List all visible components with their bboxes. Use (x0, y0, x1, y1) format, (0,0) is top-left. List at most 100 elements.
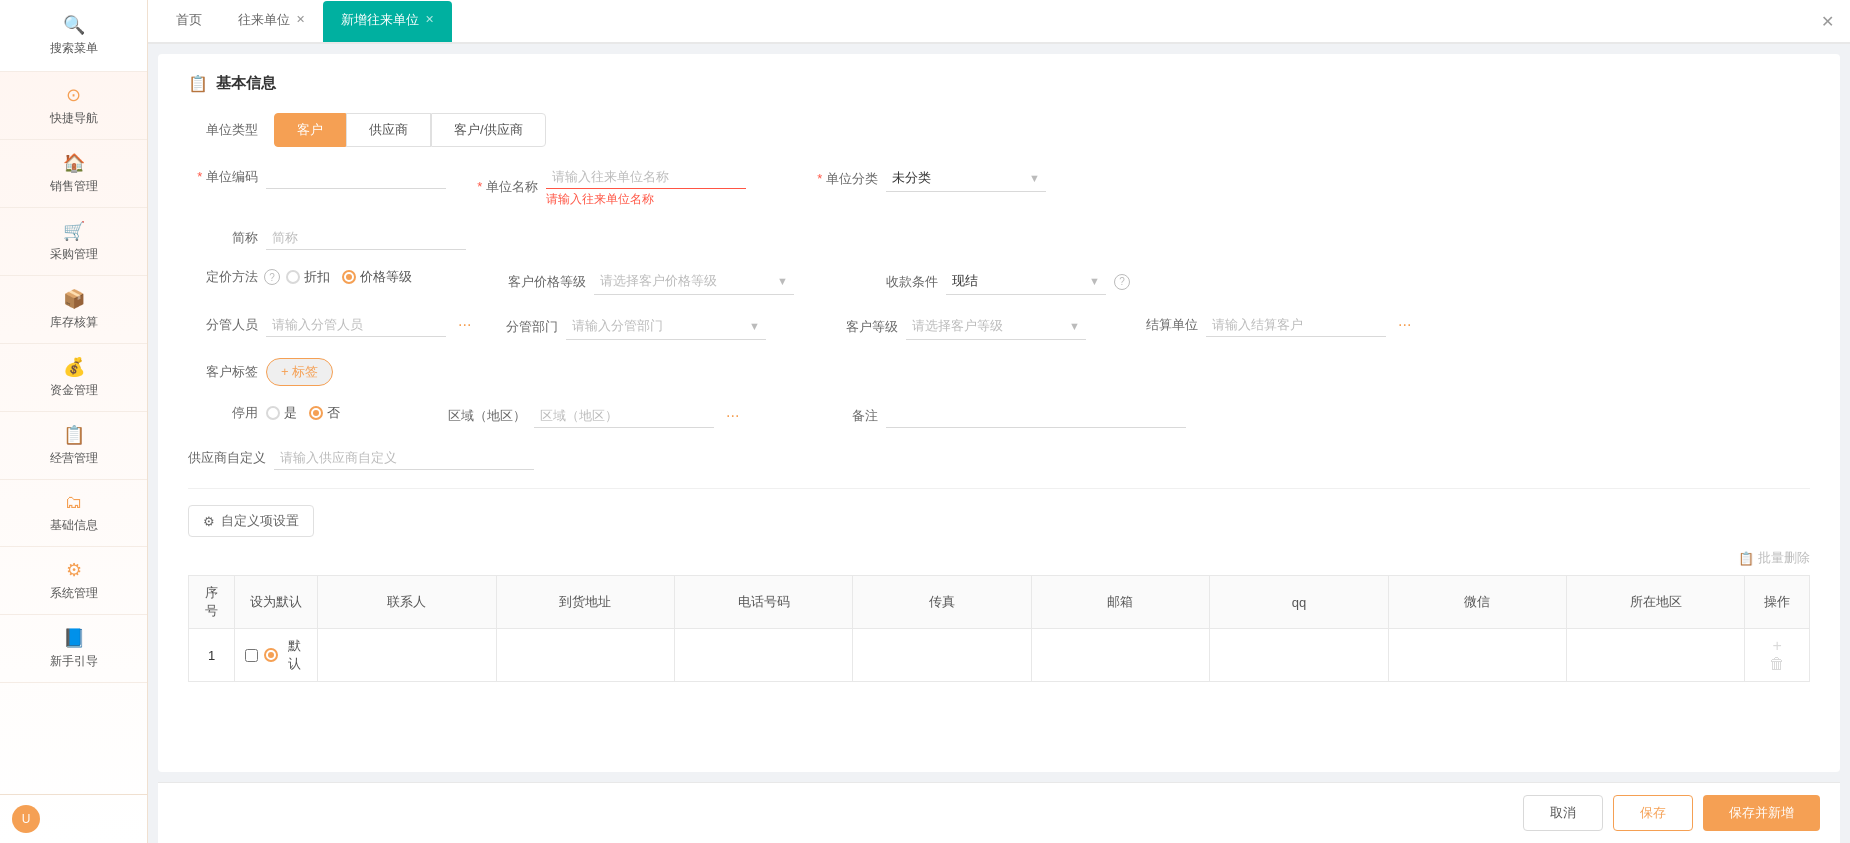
tab-partners[interactable]: 往来单位 ✕ (220, 1, 323, 42)
unit-category-select[interactable]: 未分类 ▼ (886, 165, 1046, 192)
delete-row-btn[interactable]: 🗑 (1769, 655, 1785, 672)
settlement-more-btn[interactable]: ··· (1394, 316, 1415, 334)
payment-terms-select[interactable]: 现结 ▼ (946, 268, 1106, 295)
row-address[interactable] (496, 629, 674, 682)
sidebar-item-system[interactable]: ⚙ 系统管理 (0, 547, 147, 615)
row-region-input[interactable] (1577, 648, 1734, 663)
unit-category-label: 单位分类 (808, 170, 878, 188)
sidebar-item-finance[interactable]: 💰 资金管理 (0, 344, 147, 412)
sidebar-item-inventory[interactable]: 📦 库存核算 (0, 276, 147, 344)
unit-category-arrow: ▼ (1029, 172, 1040, 184)
custom-settings-btn[interactable]: ⚙ 自定义项设置 (188, 505, 314, 537)
row-index: 1 (189, 629, 235, 682)
section-icon: 📋 (188, 74, 208, 93)
sidebar-item-sales[interactable]: 🏠 销售管理 (0, 140, 147, 208)
fax-input[interactable] (863, 648, 1020, 663)
batch-delete-label[interactable]: 批量删除 (1758, 549, 1810, 567)
abbr-input[interactable] (266, 226, 466, 250)
system-icon: ⚙ (66, 559, 82, 581)
row-contact[interactable] (318, 629, 496, 682)
add-row-btn[interactable]: + (1773, 637, 1782, 654)
address-input[interactable] (507, 648, 664, 663)
customer-level-select[interactable]: 请选择客户等级 ▼ (906, 313, 1086, 340)
code-name-category-row: 单位编码 000009 单位名称 请输入往来单位名称 单位分类 未分类 ▼ (188, 165, 1810, 208)
email-input[interactable] (1042, 648, 1199, 663)
wechat-input[interactable] (1399, 648, 1556, 663)
table-head: 序号 设为默认 联系人 到货地址 电话号码 传真 邮箱 qq 微信 所在地区 操… (189, 576, 1810, 629)
sidebar-footer: U (0, 794, 147, 843)
operations-icon: 📋 (63, 424, 85, 446)
department-select[interactable]: 请输入分管部门 ▼ (566, 313, 766, 340)
region-input[interactable] (534, 404, 714, 428)
search-icon: 🔍 (63, 14, 85, 36)
pricing-row: 定价方法 ? 折扣 价格等级 客户价格等级 请选择客户价格等级 (188, 268, 1810, 295)
row-region[interactable] (1567, 629, 1745, 682)
remarks-input[interactable] (886, 404, 1186, 428)
sidebar-item-label: 经营管理 (50, 450, 98, 467)
manager-input[interactable] (266, 313, 446, 337)
tab-home[interactable]: 首页 (158, 1, 220, 42)
row-wechat[interactable] (1388, 629, 1566, 682)
pricing-discount[interactable]: 折扣 (286, 268, 330, 286)
basic-info-icon: 🗂 (65, 492, 83, 513)
sidebar-item-guide[interactable]: 📘 新手引导 (0, 615, 147, 683)
sidebar-search[interactable]: 🔍 搜索菜单 (0, 0, 147, 72)
col-qq: qq (1210, 576, 1388, 629)
sidebar-item-label: 系统管理 (50, 585, 98, 602)
customer-price-level-select[interactable]: 请选择客户价格等级 ▼ (594, 268, 794, 295)
save-button[interactable]: 保存 (1613, 795, 1693, 831)
unit-name-input[interactable] (546, 165, 746, 189)
unit-code-input[interactable]: 000009 (266, 165, 446, 189)
tab-new-partner-close[interactable]: ✕ (425, 13, 434, 26)
save-new-button[interactable]: 保存并新增 (1703, 795, 1820, 831)
pricing-price-level[interactable]: 价格等级 (342, 268, 412, 286)
supplier-custom-row: 供应商自定义 (188, 446, 1810, 470)
col-fax: 传真 (853, 576, 1031, 629)
region-field: 区域（地区） ··· (448, 404, 808, 428)
payment-terms-help-icon[interactable]: ? (1114, 274, 1130, 290)
page-form: 📋 基本信息 单位类型 客户 供应商 客户/供应商 单位编码 000009 单位… (158, 54, 1840, 772)
region-more-btn[interactable]: ··· (722, 407, 743, 425)
add-tag-btn[interactable]: + 标签 (266, 358, 333, 386)
row-fax[interactable] (853, 629, 1031, 682)
row-select-checkbox[interactable] (245, 649, 258, 662)
row-qq[interactable] (1210, 629, 1388, 682)
disabled-no[interactable]: 否 (309, 404, 340, 422)
phone-input[interactable] (685, 648, 842, 663)
quick-nav-icon: ⊙ (66, 84, 81, 106)
tab-new-partner[interactable]: 新增往来单位 ✕ (323, 1, 452, 42)
supplier-custom-input[interactable] (274, 446, 534, 470)
qq-input[interactable] (1220, 648, 1377, 663)
tab-partners-close[interactable]: ✕ (296, 13, 305, 26)
abbr-label: 简称 (188, 229, 258, 247)
unit-type-customer[interactable]: 客户 (274, 113, 346, 147)
settlement-input[interactable] (1206, 313, 1386, 337)
customer-level-arrow: ▼ (1069, 320, 1080, 332)
inventory-icon: 📦 (63, 288, 85, 310)
row-checkbox[interactable]: 默认 (235, 629, 318, 682)
col-action: 操作 (1745, 576, 1810, 629)
disabled-yes[interactable]: 是 (266, 404, 297, 422)
pricing-help-icon[interactable]: ? (264, 269, 280, 285)
row-default-radio[interactable]: 默认 (264, 637, 307, 673)
disabled-no-radio (309, 406, 323, 420)
pricing-discount-label: 折扣 (304, 268, 330, 286)
unit-type-both[interactable]: 客户/供应商 (431, 113, 546, 147)
contact-input[interactable] (328, 648, 485, 663)
department-field: 分管部门 请输入分管部门 ▼ (488, 313, 828, 340)
finance-icon: 💰 (63, 356, 85, 378)
sidebar-search-label: 搜索菜单 (50, 40, 98, 57)
close-all-tabs[interactable]: ✕ (1821, 12, 1834, 31)
unit-type-supplier[interactable]: 供应商 (346, 113, 431, 147)
sidebar-item-quick-nav[interactable]: ⊙ 快捷导航 (0, 72, 147, 140)
row-phone[interactable] (675, 629, 853, 682)
row-email[interactable] (1031, 629, 1209, 682)
sidebar-item-operations[interactable]: 📋 经营管理 (0, 412, 147, 480)
manager-more-btn[interactable]: ··· (454, 316, 475, 334)
unit-name-error: 请输入往来单位名称 (546, 191, 746, 208)
unit-type-field: 单位类型 客户 供应商 客户/供应商 (188, 113, 1810, 147)
sidebar-item-purchase[interactable]: 🛒 采购管理 (0, 208, 147, 276)
cancel-button[interactable]: 取消 (1523, 795, 1603, 831)
department-label: 分管部门 (488, 318, 558, 336)
sidebar-item-basic-info[interactable]: 🗂 基础信息 (0, 480, 147, 547)
